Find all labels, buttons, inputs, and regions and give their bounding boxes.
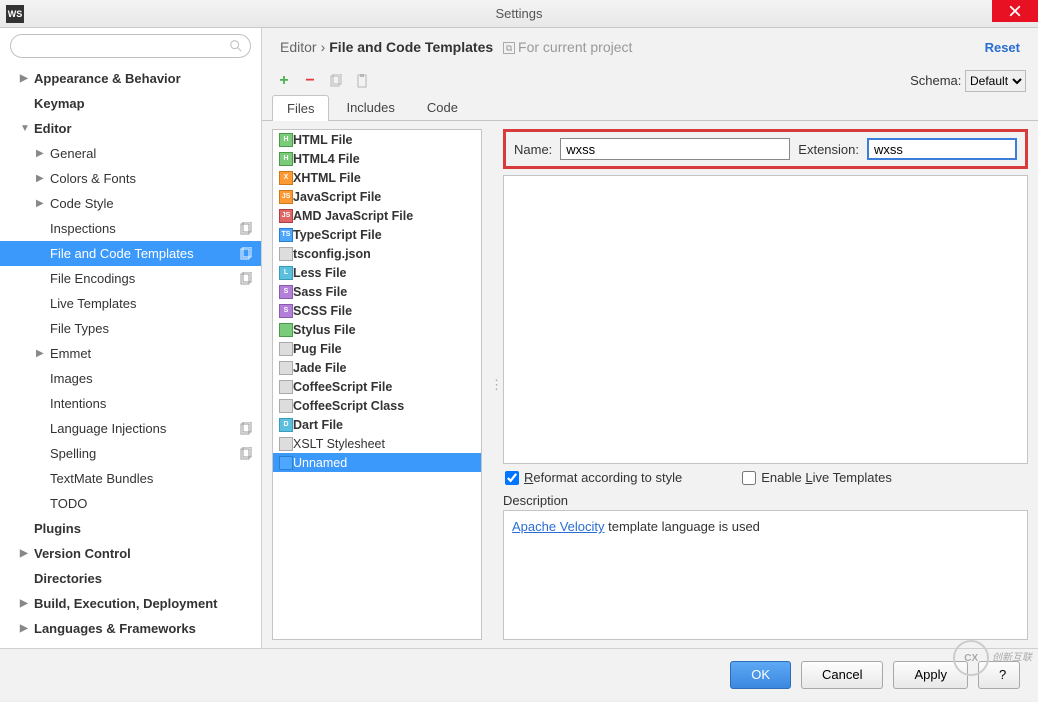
sidebar-item-colors-fonts[interactable]: ▶Colors & Fonts — [0, 166, 261, 191]
template-item-coffeescript-class[interactable]: CoffeeScript Class — [273, 396, 481, 415]
cancel-button[interactable]: Cancel — [801, 661, 883, 689]
schema-select[interactable]: Default — [965, 70, 1026, 92]
sidebar-item-code-style[interactable]: ▶Code Style — [0, 191, 261, 216]
scope-icon: ⧉ — [503, 42, 515, 54]
tab-code[interactable]: Code — [412, 94, 473, 120]
add-template-button[interactable]: + — [274, 71, 294, 91]
dialog-footer: OK Cancel Apply ? — [0, 648, 1038, 700]
template-item-javascript-file[interactable]: JSJavaScript File — [273, 187, 481, 206]
tab-includes[interactable]: Includes — [331, 94, 409, 120]
sidebar-item-directories[interactable]: Directories — [0, 566, 261, 591]
settings-tree[interactable]: ▶Appearance & BehaviorKeymap▼Editor▶Gene… — [0, 64, 261, 648]
sidebar-item-file-encodings[interactable]: File Encodings — [0, 266, 261, 291]
sidebar-item-live-templates[interactable]: Live Templates — [0, 291, 261, 316]
description-label: Description — [503, 491, 1028, 510]
template-item-pug-file[interactable]: Pug File — [273, 339, 481, 358]
sidebar-item-inspections[interactable]: Inspections — [0, 216, 261, 241]
search-input[interactable] — [10, 34, 251, 58]
reset-link[interactable]: Reset — [985, 40, 1020, 55]
template-item-scss-file[interactable]: SSCSS File — [273, 301, 481, 320]
sidebar-item-general[interactable]: ▶General — [0, 141, 261, 166]
settings-sidebar: ▶Appearance & BehaviorKeymap▼Editor▶Gene… — [0, 28, 262, 648]
paste-template-button[interactable] — [352, 71, 372, 91]
window-titlebar: WS Settings — [0, 0, 1038, 28]
template-editor[interactable] — [503, 175, 1028, 464]
template-item-xhtml-file[interactable]: XXHTML File — [273, 168, 481, 187]
sidebar-item-file-and-code-templates[interactable]: File and Code Templates — [0, 241, 261, 266]
sidebar-item-emmet[interactable]: ▶Emmet — [0, 341, 261, 366]
template-item-stylus-file[interactable]: Stylus File — [273, 320, 481, 339]
apache-velocity-link[interactable]: Apache Velocity — [512, 519, 605, 534]
template-list[interactable]: HHTML FileHHTML4 FileXXHTML FileJSJavaSc… — [272, 129, 482, 640]
template-item-amd-javascript-file[interactable]: JSAMD JavaScript File — [273, 206, 481, 225]
sidebar-item-todo[interactable]: TODO — [0, 491, 261, 516]
watermark: CX 创新互联 — [953, 640, 1032, 676]
sidebar-item-textmate-bundles[interactable]: TextMate Bundles — [0, 466, 261, 491]
template-toolbar: + − Schema: Default — [262, 66, 1038, 96]
description-box: Apache Velocity template language is use… — [503, 510, 1028, 640]
template-item-dart-file[interactable]: DDart File — [273, 415, 481, 434]
close-button[interactable] — [992, 0, 1038, 22]
copy-template-button[interactable] — [326, 71, 346, 91]
name-extension-highlight: Name: Extension: — [503, 129, 1028, 169]
sidebar-item-version-control[interactable]: ▶Version Control — [0, 541, 261, 566]
template-extension-input[interactable] — [867, 138, 1017, 160]
sidebar-item-editor[interactable]: ▼Editor — [0, 116, 261, 141]
template-item-jade-file[interactable]: Jade File — [273, 358, 481, 377]
sidebar-item-file-types[interactable]: File Types — [0, 316, 261, 341]
window-title: Settings — [496, 6, 543, 21]
extension-label: Extension: — [798, 142, 859, 157]
sidebar-item-language-injections[interactable]: Language Injections — [0, 416, 261, 441]
template-item-typescript-file[interactable]: TSTypeScript File — [273, 225, 481, 244]
template-item-sass-file[interactable]: SSass File — [273, 282, 481, 301]
resize-grip[interactable] — [490, 129, 495, 640]
template-item-xslt-stylesheet[interactable]: XSLT Stylesheet — [273, 434, 481, 453]
sidebar-item-appearance-behavior[interactable]: ▶Appearance & Behavior — [0, 66, 261, 91]
template-name-input[interactable] — [560, 138, 790, 160]
remove-template-button[interactable]: − — [300, 71, 320, 91]
template-item-unnamed[interactable]: Unnamed — [273, 453, 481, 472]
sidebar-item-languages-frameworks[interactable]: ▶Languages & Frameworks — [0, 616, 261, 641]
reformat-checkbox[interactable]: Reformat according to style — [505, 470, 682, 485]
template-tabs: FilesIncludesCode — [262, 94, 1038, 121]
tab-files[interactable]: Files — [272, 95, 329, 121]
schema-label: Schema: — [910, 73, 961, 88]
template-item-html-file[interactable]: HHTML File — [273, 130, 481, 149]
app-icon: WS — [6, 5, 24, 23]
template-item-less-file[interactable]: LLess File — [273, 263, 481, 282]
sidebar-item-keymap[interactable]: Keymap — [0, 91, 261, 116]
sidebar-item-build-execution-deployment[interactable]: ▶Build, Execution, Deployment — [0, 591, 261, 616]
enable-live-templates-checkbox[interactable]: Enable Live Templates — [742, 470, 892, 485]
breadcrumb: Editor›File and Code Templates ⧉For curr… — [280, 39, 985, 55]
sidebar-item-intentions[interactable]: Intentions — [0, 391, 261, 416]
sidebar-item-plugins[interactable]: Plugins — [0, 516, 261, 541]
ok-button[interactable]: OK — [730, 661, 791, 689]
template-item-coffeescript-file[interactable]: CoffeeScript File — [273, 377, 481, 396]
template-item-html4-file[interactable]: HHTML4 File — [273, 149, 481, 168]
search-icon — [229, 39, 243, 53]
name-label: Name: — [514, 142, 552, 157]
sidebar-item-images[interactable]: Images — [0, 366, 261, 391]
sidebar-item-spelling[interactable]: Spelling — [0, 441, 261, 466]
template-item-tsconfig-json[interactable]: tsconfig.json — [273, 244, 481, 263]
